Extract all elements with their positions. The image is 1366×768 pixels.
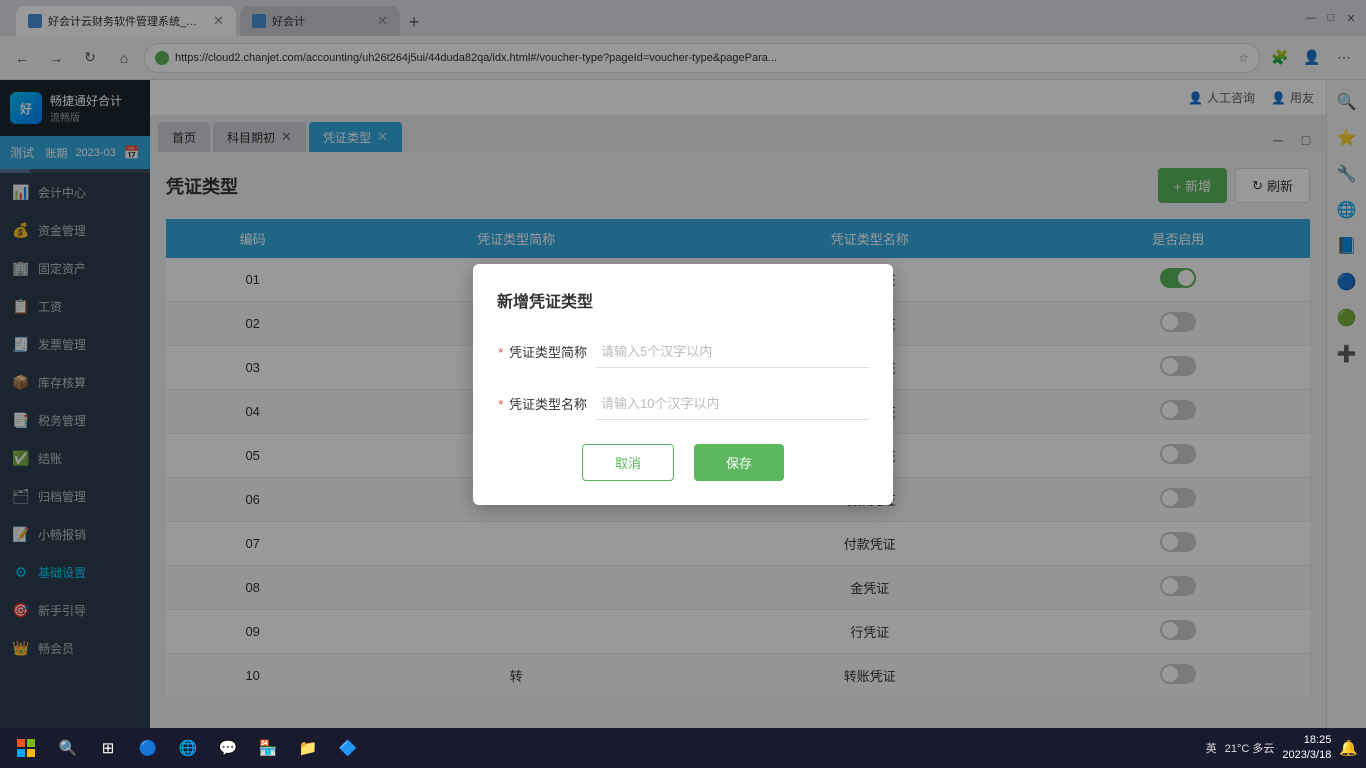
cancel-button[interactable]: 取消: [582, 444, 674, 481]
time-display: 18:25: [1282, 733, 1331, 748]
abbr-input[interactable]: [597, 336, 869, 368]
required-star-abbr: *: [498, 345, 503, 360]
abbr-label-text: 凭证类型简称: [509, 345, 587, 360]
taskbar-tray: 英 21°C 多云 18:25 2023/3/18 🔔: [1206, 733, 1358, 764]
taskbar-task-view-button[interactable]: ⊞: [92, 732, 124, 764]
dialog-footer: 取消 保存: [497, 444, 869, 481]
lang-indicator: 英: [1206, 740, 1217, 756]
taskbar-folder-button[interactable]: 📁: [292, 732, 324, 764]
taskbar-search-button[interactable]: 🔍: [52, 732, 84, 764]
form-row-name: * 凭证类型名称: [497, 388, 869, 420]
taskbar-chrome-button[interactable]: 🌐: [172, 732, 204, 764]
dialog-overlay: 新增凭证类型 * 凭证类型简称 * 凭证类型名称 取消 保存: [0, 0, 1366, 768]
taskbar-wechat-button[interactable]: 💬: [212, 732, 244, 764]
form-row-abbr: * 凭证类型简称: [497, 336, 869, 368]
name-label: * 凭证类型名称: [497, 394, 597, 413]
weather-text: 21°C 多云: [1225, 740, 1275, 756]
required-star-name: *: [498, 397, 503, 412]
dialog-title: 新增凭证类型: [497, 288, 869, 312]
taskbar-store-button[interactable]: 🏪: [252, 732, 284, 764]
taskbar-browser-button[interactable]: 🔷: [332, 732, 364, 764]
abbr-label: * 凭证类型简称: [497, 342, 597, 361]
dialog: 新增凭证类型 * 凭证类型简称 * 凭证类型名称 取消 保存: [473, 264, 893, 505]
date-display: 2023/3/18: [1282, 748, 1331, 763]
taskbar: 🔍 ⊞ 🔵 🌐 💬 🏪 📁 🔷 英 21°C 多云 18:25 2023/3/1…: [0, 728, 1366, 768]
save-button[interactable]: 保存: [694, 444, 784, 481]
start-button[interactable]: [8, 730, 44, 766]
taskbar-time: 18:25 2023/3/18: [1282, 733, 1331, 764]
name-input[interactable]: [597, 388, 869, 420]
taskbar-edge-button[interactable]: 🔵: [132, 732, 164, 764]
notification-button[interactable]: 🔔: [1339, 739, 1358, 757]
name-label-text: 凭证类型名称: [509, 397, 587, 412]
